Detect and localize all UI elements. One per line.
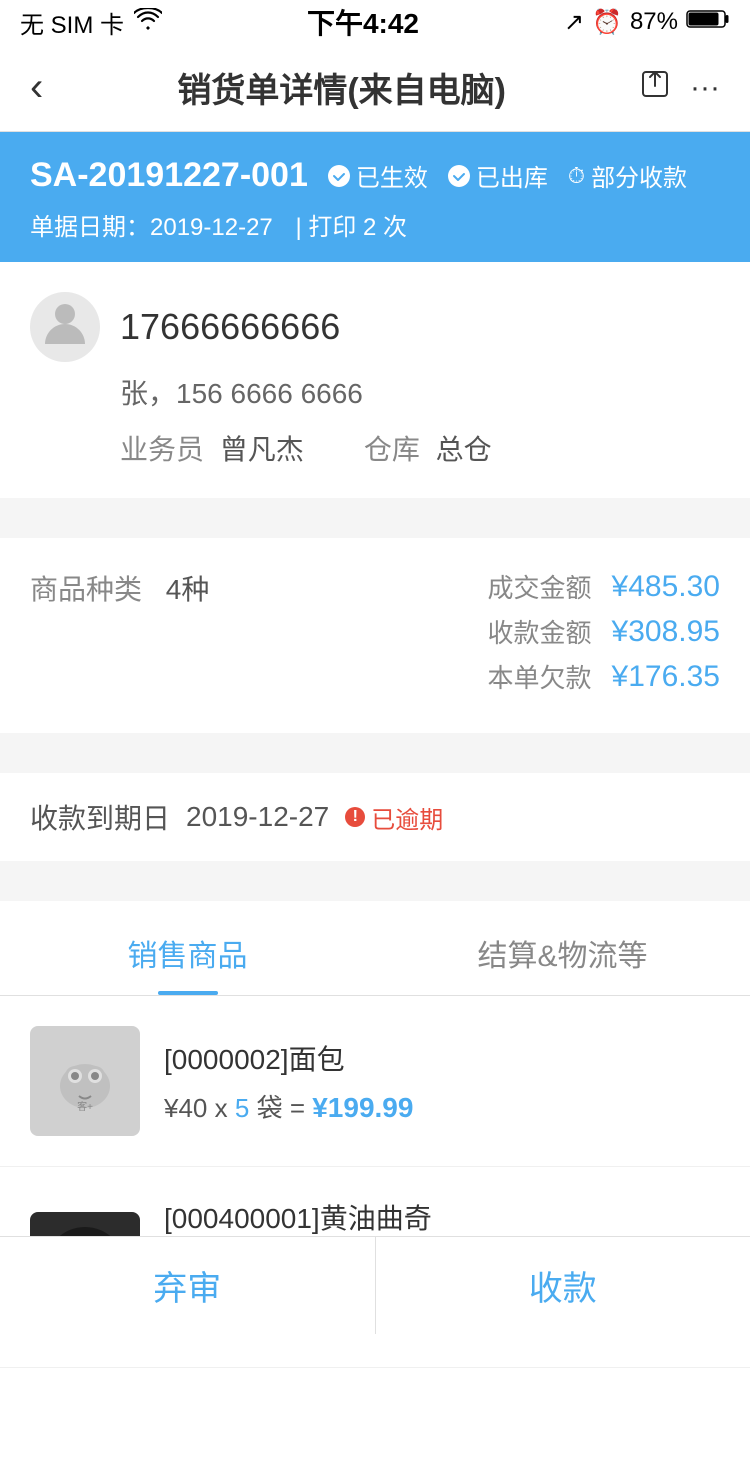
doc-date-row: 单据日期：2019-12-27 | 打印 2 次: [30, 207, 720, 242]
abandon-label: 弃审: [153, 1261, 221, 1310]
avatar-icon: [45, 300, 85, 354]
carrier-text: 无 SIM 卡: [20, 5, 124, 40]
warehouse-name: 总仓: [436, 434, 492, 465]
header-banner: SA-20191227-001 已生效 已出库 ⏱ 部分收款 单据日期：2019…: [0, 132, 750, 262]
product-name-1: [0000002]面包: [164, 1038, 720, 1078]
status-bar: 无 SIM 卡 下午4:42 ↗ ⏰ 87%: [0, 0, 750, 44]
tab-settlement[interactable]: 结算&物流等: [375, 901, 750, 995]
customer-meta: 业务员 曾凡杰 仓库 总仓: [120, 428, 720, 468]
due-section: 收款到期日 2019-12-27 ! 已逾期: [0, 773, 750, 861]
status-effective: 已生效: [328, 158, 428, 193]
order-id: SA-20191227-001: [30, 156, 308, 195]
due-date-value: 2019-12-27: [186, 801, 329, 833]
doc-date: 单据日期：2019-12-27: [30, 214, 273, 241]
warehouse-label: 仓库: [364, 434, 420, 465]
battery-icon: [686, 8, 730, 37]
check-icon-1: [328, 165, 350, 187]
battery-text: 87%: [630, 8, 678, 36]
tabs: 销售商品 结算&物流等: [0, 901, 750, 996]
product-thumbnail-1: 客+: [30, 1026, 140, 1136]
customer-phone: 17666666666: [120, 306, 340, 348]
clock-icon: ⏱: [568, 163, 585, 189]
share-icon[interactable]: [640, 69, 670, 107]
print-info: | 打印 2 次: [295, 214, 407, 241]
abandon-button[interactable]: 弃审: [0, 1237, 376, 1334]
sales-label: 业务员: [120, 434, 204, 465]
status-time: 下午4:42: [307, 2, 419, 42]
check-icon-2: [448, 165, 470, 187]
customer-section: 17666666666 张，156 6666 6666 业务员 曾凡杰 仓库 总…: [0, 262, 750, 498]
product-list: 客+ [0000002]面包 ¥40 x 5 袋 = ¥199.99: [0, 996, 750, 1468]
alarm-icon: ⏰: [592, 8, 622, 37]
overdue-badge: ! 已逾期: [345, 800, 443, 835]
overdue-text: 已逾期: [371, 800, 443, 835]
status-shipped: 已出库: [448, 158, 548, 193]
product-types-value: 4种: [166, 574, 210, 605]
nav-bar: ‹ 销货单详情(来自电脑) ···: [0, 44, 750, 132]
transaction-label: 成交金额: [488, 568, 592, 605]
owed-value: ¥176.35: [612, 660, 720, 694]
product-info-1: [0000002]面包 ¥40 x 5 袋 = ¥199.99: [164, 1038, 720, 1125]
sales-name: 曾凡杰: [220, 434, 304, 465]
owed-label: 本单欠款: [488, 658, 592, 695]
collect-label: 收款: [529, 1261, 597, 1310]
collect-button[interactable]: 收款: [376, 1237, 750, 1334]
product-name-2: [000400001]黄油曲奇: [164, 1197, 720, 1237]
status-effective-text: 已生效: [356, 158, 428, 193]
more-icon[interactable]: ···: [690, 71, 720, 105]
product-price-1: ¥40 x 5 袋 = ¥199.99: [164, 1088, 720, 1125]
list-item: 客+ [0000002]面包 ¥40 x 5 袋 = ¥199.99: [0, 996, 750, 1167]
received-label: 收款金额: [488, 613, 592, 650]
status-partial: ⏱ 部分收款: [568, 158, 687, 193]
status-shipped-text: 已出库: [476, 158, 548, 193]
summary-section: 商品种类 4种 成交金额 ¥485.30 收款金额 ¥308.95 本单欠款 ¥…: [0, 538, 750, 733]
due-date-label: 收款到期日: [30, 797, 170, 837]
status-partial-text: 部分收款: [591, 158, 687, 193]
location-icon: ↗: [564, 8, 584, 37]
product-types-label: 商品种类: [30, 574, 142, 605]
wifi-icon: [134, 8, 162, 37]
avatar: [30, 292, 100, 362]
svg-text:客+: 客+: [77, 1100, 93, 1113]
page-title: 销货单详情(来自电脑): [177, 63, 506, 112]
tab-sales[interactable]: 销售商品: [0, 901, 375, 995]
bottom-bar: 弃审 收款: [0, 1236, 750, 1334]
transaction-value: ¥485.30: [612, 570, 720, 604]
back-button[interactable]: ‹: [30, 65, 43, 110]
overdue-icon: !: [345, 807, 365, 827]
customer-contact: 张，156 6666 6666: [120, 372, 720, 412]
received-value: ¥308.95: [612, 615, 720, 649]
